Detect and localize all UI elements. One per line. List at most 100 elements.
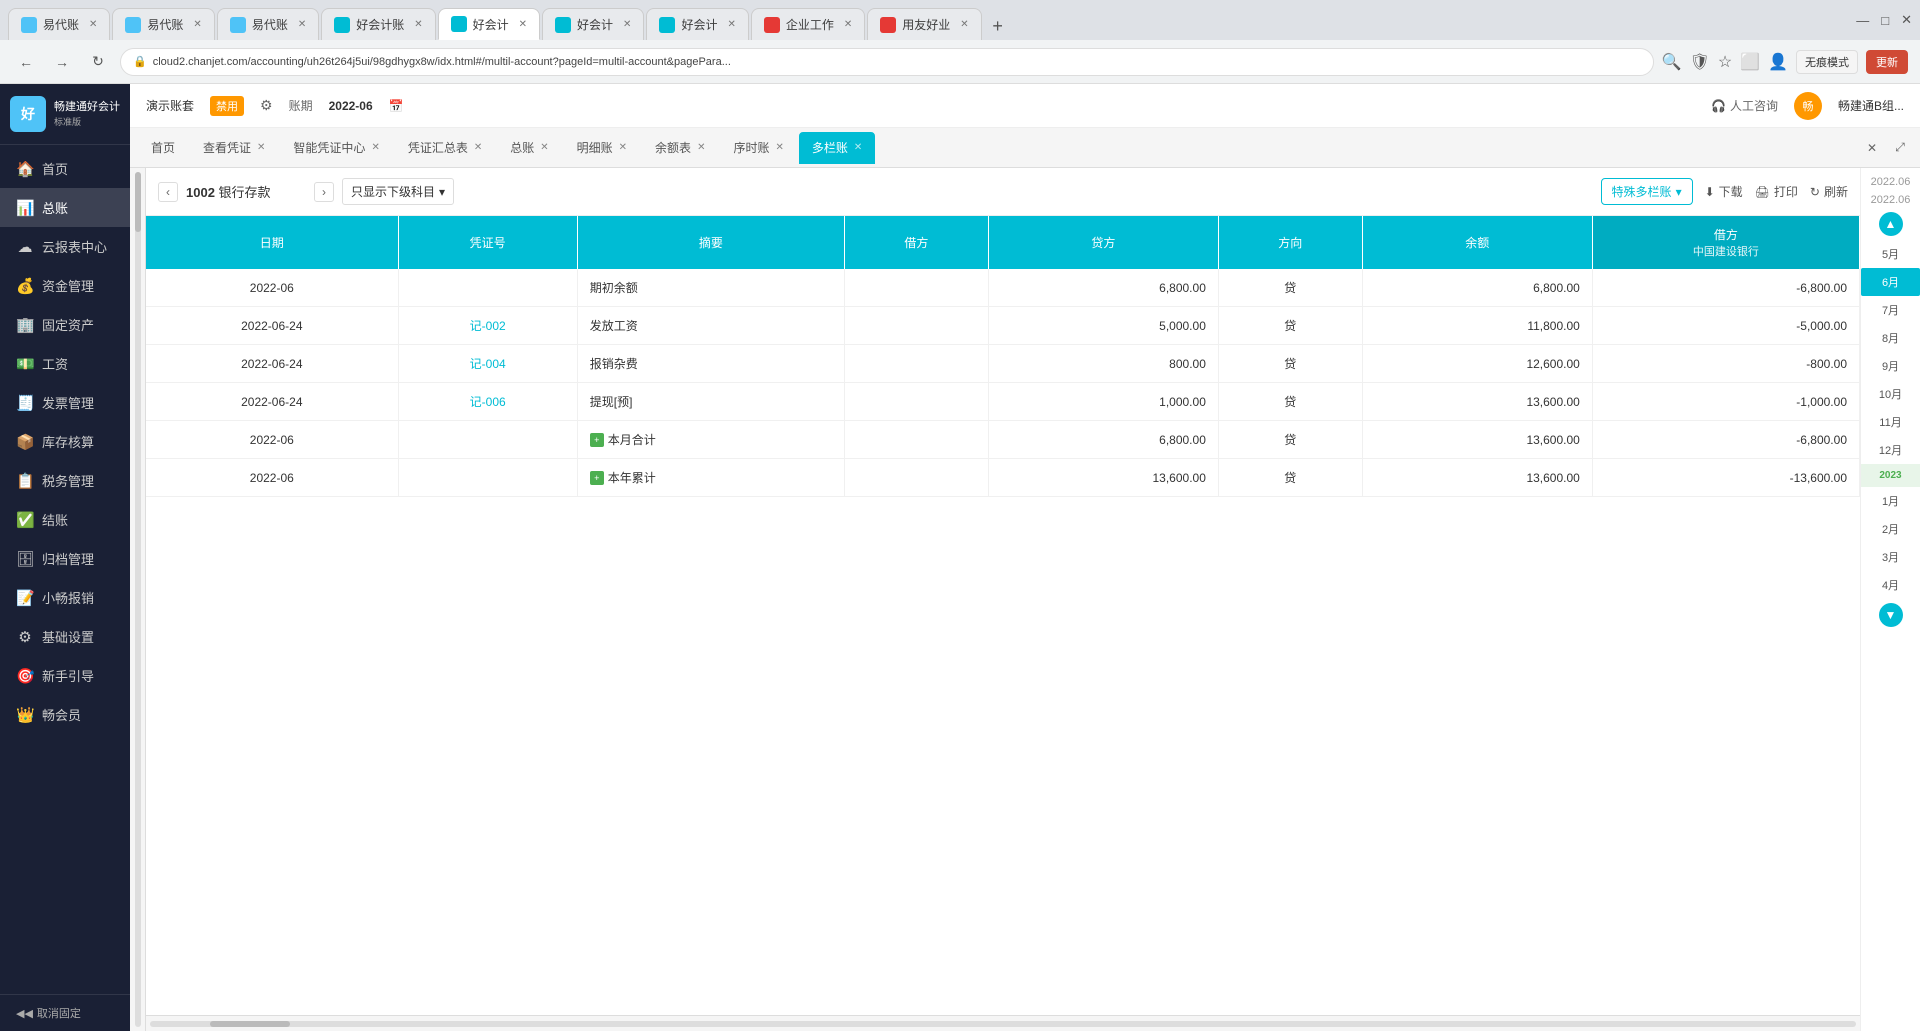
tab-close-4[interactable]: ✕ xyxy=(414,19,422,30)
tab-close-3[interactable]: ✕ xyxy=(298,19,306,30)
browser-tab-8[interactable]: 企业工作 ✕ xyxy=(751,8,865,40)
print-button[interactable]: 🖨 打印 xyxy=(1755,183,1798,200)
time-month-7[interactable]: 7月 xyxy=(1861,296,1920,324)
tab-multi-column[interactable]: 多栏账 ✕ xyxy=(799,132,875,164)
tab-close-1[interactable]: ✕ xyxy=(89,19,97,30)
sidebar-item-expense[interactable]: 📝 小畅报销 xyxy=(0,578,130,617)
time-month-10[interactable]: 10月 xyxy=(1861,380,1920,408)
tab-multi-column-close[interactable]: ✕ xyxy=(854,142,862,153)
tab-voucher-summary-close[interactable]: ✕ xyxy=(474,142,482,153)
tab-sequence[interactable]: 序时账 ✕ xyxy=(720,132,796,164)
search-icon[interactable]: 🔍 xyxy=(1662,52,1682,72)
tab-close-5[interactable]: ✕ xyxy=(519,19,527,30)
time-month-2023-4[interactable]: 4月 xyxy=(1861,571,1920,599)
left-scrollbar[interactable] xyxy=(130,168,146,1031)
time-month-2023-1[interactable]: 1月 xyxy=(1861,487,1920,515)
tab-close-6[interactable]: ✕ xyxy=(623,19,631,30)
sidebar-item-inventory[interactable]: 📦 库存核算 xyxy=(0,422,130,461)
incognito-mode-button[interactable]: 无痕模式 xyxy=(1796,50,1858,74)
tab-voucher-view[interactable]: 查看凭证 ✕ xyxy=(190,132,278,164)
browser-tab-6[interactable]: 好会计 ✕ xyxy=(542,8,644,40)
back-button[interactable]: ← xyxy=(12,48,40,76)
browser-tab-7[interactable]: 好会计 ✕ xyxy=(646,8,748,40)
maximize-button[interactable]: □ xyxy=(1881,13,1889,28)
tab-voucher-view-close[interactable]: ✕ xyxy=(257,142,265,153)
browser-tab-2[interactable]: 易代账 ✕ xyxy=(112,8,214,40)
sidebar-item-salary[interactable]: 💵 工资 xyxy=(0,344,130,383)
address-bar[interactable]: 🔒 cloud2.chanjet.com/accounting/uh26t264… xyxy=(120,48,1654,76)
unpin-button[interactable]: ◀◀ 取消固定 xyxy=(16,1005,114,1021)
time-month-2023-3[interactable]: 3月 xyxy=(1861,543,1920,571)
collapse-panel-button[interactable]: ✕ xyxy=(1860,136,1884,160)
new-tab-button[interactable]: + xyxy=(984,12,1012,40)
sidebar-item-archive[interactable]: 🗄 归档管理 xyxy=(0,539,130,578)
prev-account-button[interactable]: ‹ xyxy=(158,182,178,202)
shield-icon[interactable]: 🛡 xyxy=(1690,52,1710,72)
sidebar-item-invoice[interactable]: 🧾 发票管理 xyxy=(0,383,130,422)
time-month-6[interactable]: 6月 xyxy=(1861,268,1920,296)
refresh-button[interactable]: ↻ 刷新 xyxy=(1810,183,1848,200)
time-month-8[interactable]: 8月 xyxy=(1861,324,1920,352)
tab-detail-ledger[interactable]: 明细账 ✕ xyxy=(564,132,640,164)
browser-tab-9[interactable]: 用友好业 ✕ xyxy=(867,8,981,40)
time-month-2023-2[interactable]: 2月 xyxy=(1861,515,1920,543)
bottom-scrollbar[interactable] xyxy=(146,1015,1860,1031)
browser-tab-5[interactable]: 好会计 ✕ xyxy=(438,8,540,40)
download-button[interactable]: ⬇ 下载 xyxy=(1705,183,1743,200)
time-up-button[interactable]: ▲ xyxy=(1879,212,1903,236)
sidebar-item-home[interactable]: 🏠 首页 xyxy=(0,149,130,188)
tab-general-ledger[interactable]: 总账 ✕ xyxy=(497,132,561,164)
update-button[interactable]: 更新 xyxy=(1866,50,1908,74)
browser-tab-3[interactable]: 易代账 ✕ xyxy=(217,8,319,40)
forward-button[interactable]: → xyxy=(48,48,76,76)
tab-close-9[interactable]: ✕ xyxy=(960,19,968,30)
voucher-link[interactable]: 记-002 xyxy=(470,319,506,333)
sidebar-item-cloud-reports[interactable]: ☁ 云报表中心 xyxy=(0,227,130,266)
sidebar-item-close[interactable]: ✅ 结账 xyxy=(0,500,130,539)
expand-panel-button[interactable]: ⤢ xyxy=(1888,136,1912,160)
sidebar-item-settings[interactable]: ⚙ 基础设置 xyxy=(0,617,130,656)
cell-voucher[interactable]: 记-004 xyxy=(398,345,577,383)
time-month-12[interactable]: 12月 xyxy=(1861,436,1920,464)
tab-smart-voucher[interactable]: 智能凭证中心 ✕ xyxy=(280,132,392,164)
tab-close-7[interactable]: ✕ xyxy=(727,19,735,30)
reload-button[interactable]: ↻ xyxy=(84,48,112,76)
time-month-9[interactable]: 9月 xyxy=(1861,352,1920,380)
cell-voucher[interactable]: 记-006 xyxy=(398,383,577,421)
star-icon[interactable]: ☆ xyxy=(1718,52,1732,72)
tab-smart-voucher-close[interactable]: ✕ xyxy=(371,142,379,153)
profile-icon[interactable]: 👤 xyxy=(1768,52,1788,72)
browser-tab-4[interactable]: 好会计账 ✕ xyxy=(321,8,435,40)
header-settings-icon[interactable]: ⚙ xyxy=(260,97,273,114)
voucher-link[interactable]: 记-004 xyxy=(470,357,506,371)
minimize-button[interactable]: — xyxy=(1856,13,1869,28)
tab-balance[interactable]: 余额表 ✕ xyxy=(642,132,718,164)
time-month-5[interactable]: 5月 xyxy=(1861,240,1920,268)
next-account-button[interactable]: › xyxy=(314,182,334,202)
tab-balance-close[interactable]: ✕ xyxy=(697,142,705,153)
consult-button[interactable]: 🎧 人工咨询 xyxy=(1711,97,1778,114)
sidebar-item-vip[interactable]: 👑 畅会员 xyxy=(0,695,130,734)
tab-close-8[interactable]: ✕ xyxy=(844,19,852,30)
calendar-icon[interactable]: 📅 xyxy=(389,99,404,113)
voucher-link[interactable]: 记-006 xyxy=(470,395,506,409)
sidebar-item-ledger[interactable]: 📊 总账 xyxy=(0,188,130,227)
time-down-button[interactable]: ▼ xyxy=(1879,603,1903,627)
tab-home[interactable]: 首页 xyxy=(138,132,188,164)
close-button[interactable]: ✕ xyxy=(1901,12,1912,28)
sidebar-item-tax[interactable]: 📋 税务管理 xyxy=(0,461,130,500)
tab-voucher-summary[interactable]: 凭证汇总表 ✕ xyxy=(395,132,495,164)
tab-detail-ledger-close[interactable]: ✕ xyxy=(619,142,627,153)
time-month-11[interactable]: 11月 xyxy=(1861,408,1920,436)
browser-tab-1[interactable]: 易代账 ✕ xyxy=(8,8,110,40)
split-screen-icon[interactable]: ⬜ xyxy=(1740,52,1760,72)
multi-col-button[interactable]: 特殊多栏账 ▾ xyxy=(1601,178,1693,205)
tab-sequence-close[interactable]: ✕ xyxy=(775,142,783,153)
tab-general-ledger-close[interactable]: ✕ xyxy=(540,142,548,153)
cell-voucher[interactable]: 记-002 xyxy=(398,307,577,345)
sidebar-item-guide[interactable]: 🎯 新手引导 xyxy=(0,656,130,695)
sidebar-item-funds[interactable]: 💰 资金管理 xyxy=(0,266,130,305)
sidebar-item-assets[interactable]: 🏢 固定资产 xyxy=(0,305,130,344)
tab-close-2[interactable]: ✕ xyxy=(193,19,201,30)
subcategory-filter-button[interactable]: 只显示下级科目 ▾ xyxy=(342,178,454,205)
